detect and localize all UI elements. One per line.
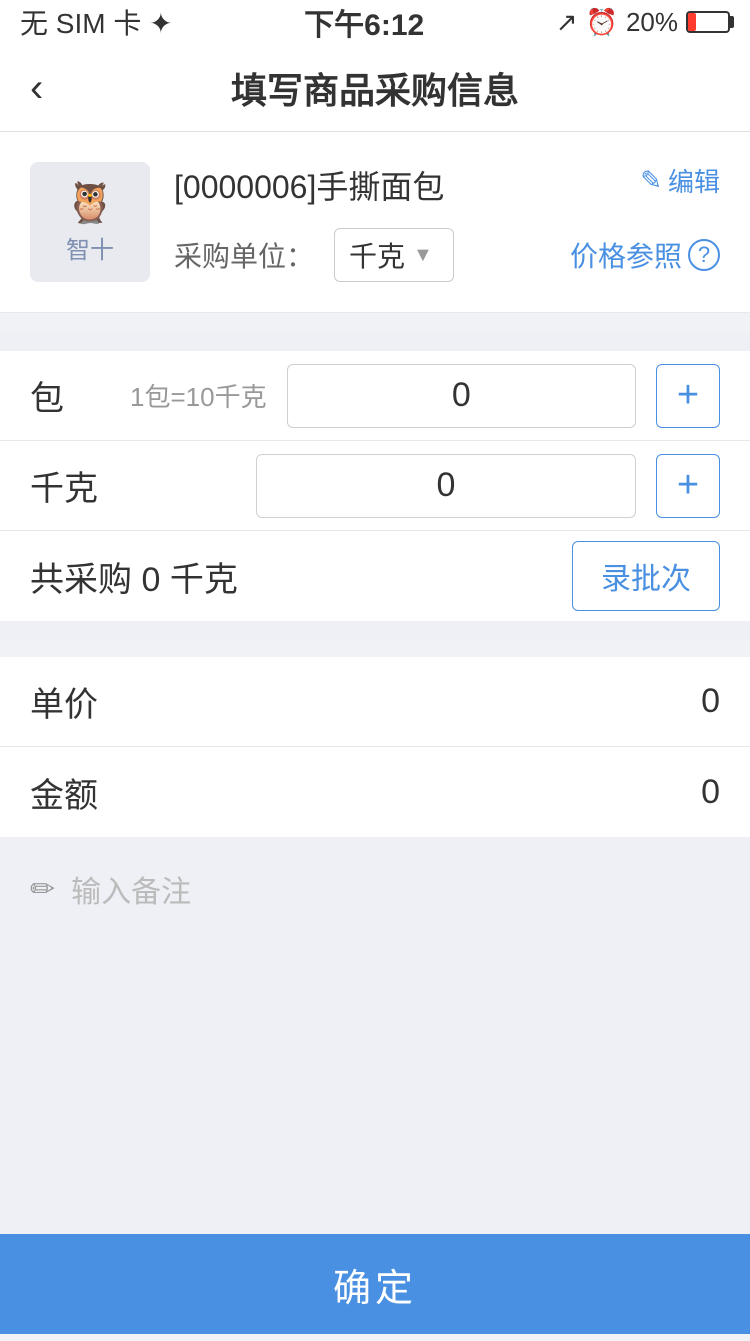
status-right: ↗ ⏰ 20% [556, 7, 730, 38]
bag-label: 包 [30, 371, 110, 420]
price-section: 单价 0 金额 0 [0, 657, 750, 837]
product-logo-text: 智十 [66, 230, 114, 265]
remarks-section[interactable]: ✏ 输入备注 [0, 837, 750, 941]
alarm-icon: ⏰ [586, 7, 618, 38]
amount-value: 0 [701, 773, 720, 812]
total-text: 共采购 0 千克 [30, 552, 238, 601]
kg-value: 0 [437, 466, 456, 505]
unit-price-label: 单价 [30, 677, 98, 726]
status-bar: 无 SIM 卡 ✦ 下午6:12 ↗ ⏰ 20% [0, 0, 750, 44]
battery-percent: 20% [626, 7, 678, 38]
price-ref-button[interactable]: 价格参照 ? [570, 235, 720, 275]
kg-plus-button[interactable]: + [656, 454, 720, 518]
chevron-down-icon: ▼ [413, 244, 433, 267]
purchase-unit-label: 采购单位： [174, 235, 314, 275]
edit-label: 编辑 [668, 162, 720, 199]
battery-icon [686, 11, 730, 33]
amount-label: 金额 [30, 768, 98, 817]
kg-label: 千克 [30, 461, 110, 510]
bag-value: 0 [452, 376, 471, 415]
status-time: 下午6:12 [304, 0, 424, 44]
help-icon: ? [688, 239, 720, 271]
bag-input-field[interactable]: 0 [287, 364, 636, 428]
location-icon: ↗ [556, 7, 578, 38]
nav-bar: ‹ 填写商品采购信息 [0, 44, 750, 132]
price-ref-label: 价格参照 [570, 235, 682, 275]
total-amount: 0 [141, 561, 160, 599]
edit-icon: ✎ [640, 165, 662, 196]
content-background [0, 941, 750, 1241]
bag-input-row: 包 1包=10千克 0 + [0, 351, 750, 441]
product-image: 🦉 智十 [30, 162, 150, 282]
kg-input-row: 千克 0 + [0, 441, 750, 531]
total-unit: 千克 [170, 561, 238, 599]
separator-1 [0, 333, 750, 351]
page-title: 填写商品采购信息 [231, 62, 519, 114]
product-top-row: [0000006]手撕面包 ✎ 编辑 [174, 162, 720, 228]
product-name: [0000006]手撕面包 [174, 162, 444, 208]
pencil-icon: ✏ [30, 872, 55, 907]
bag-sub-label: 1包=10千克 [130, 377, 267, 414]
product-logo-icon: 🦉 [65, 179, 115, 226]
sim-status: 无 SIM 卡 ✦ [20, 2, 173, 42]
unit-dropdown[interactable]: 千克 ▼ [334, 228, 454, 282]
back-button[interactable]: ‹ [30, 68, 43, 108]
product-meta: 采购单位： 千克 ▼ 价格参照 ? [174, 228, 720, 282]
remarks-placeholder: 输入备注 [71, 867, 191, 911]
confirm-button[interactable]: 确定 [0, 1234, 750, 1334]
unit-price-value: 0 [701, 682, 720, 721]
product-card: 🦉 智十 [0000006]手撕面包 ✎ 编辑 采购单位： 千克 ▼ [0, 132, 750, 313]
input-section: 包 1包=10千克 0 + 千克 0 + 共采购 0 千克 录批次 [0, 351, 750, 621]
separator-2 [0, 621, 750, 639]
kg-input-field[interactable]: 0 [256, 454, 636, 518]
bag-plus-button[interactable]: + [656, 364, 720, 428]
total-row: 共采购 0 千克 录批次 [0, 531, 750, 621]
product-info: [0000006]手撕面包 ✎ 编辑 采购单位： 千克 ▼ 价格参照 ? [174, 162, 720, 282]
status-left: 无 SIM 卡 ✦ [20, 2, 173, 42]
edit-button[interactable]: ✎ 编辑 [640, 162, 720, 199]
amount-row: 金额 0 [0, 747, 750, 837]
unit-price-row: 单价 0 [0, 657, 750, 747]
batch-button[interactable]: 录批次 [572, 541, 720, 611]
confirm-label: 确定 [333, 1257, 417, 1312]
unit-value: 千克 [349, 235, 405, 275]
